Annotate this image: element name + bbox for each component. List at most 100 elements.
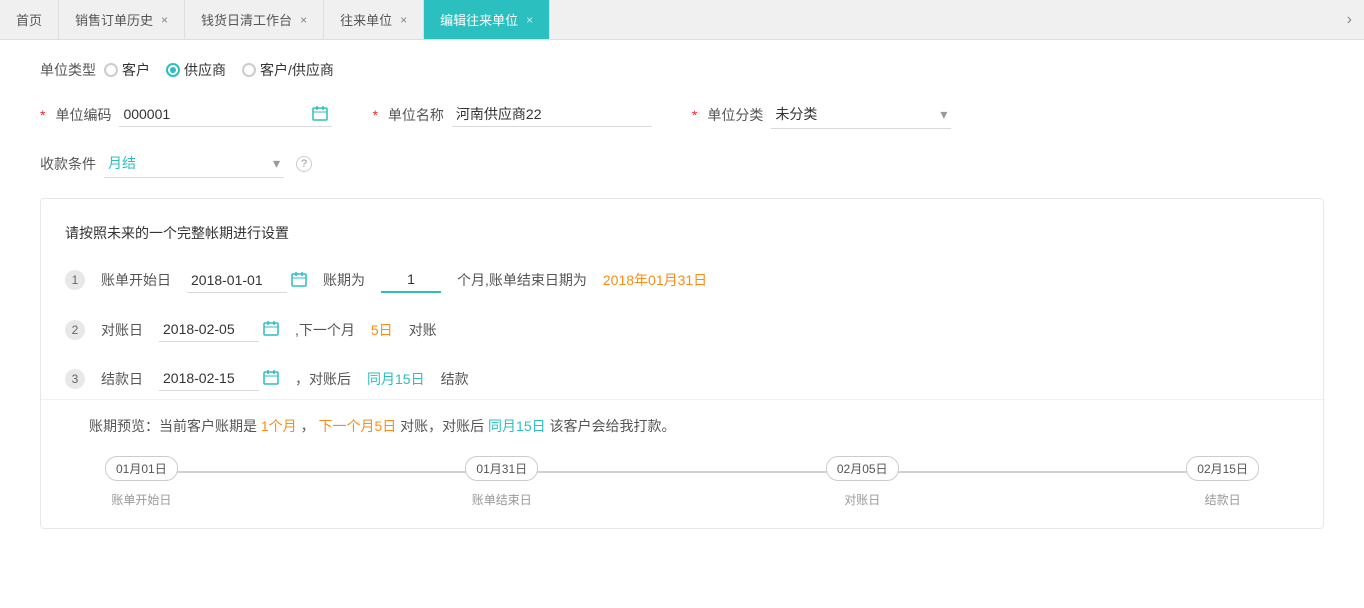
tab-edit-partner-close[interactable]: × <box>526 13 533 27</box>
tab-sales-history-label: 销售订单历史 <box>75 10 153 29</box>
tab-sales-history[interactable]: 销售订单历史 × <box>59 0 185 39</box>
period-box: 请按照未来的一个完整帐期进行设置 1 账单开始日 账期为 个月,账单结束日期为 … <box>40 198 1324 529</box>
timeline-label-4: 结款日 <box>1205 491 1241 508</box>
radio-supplier-label: 供应商 <box>184 60 226 80</box>
preview-part2: 下一个月5日 <box>318 418 396 434</box>
tab-more-button[interactable]: › <box>1335 11 1364 29</box>
tab-sales-history-close[interactable]: × <box>161 13 168 27</box>
payment-terms-help[interactable]: ? <box>296 156 312 172</box>
radio-customer[interactable]: 客户 <box>104 60 150 80</box>
period-row-3: 3 结款日 ，对账后 同月15日 结款 <box>65 366 1299 391</box>
preview-section: 账期预览：当前客户账期是 1个月 ， 下一个月5日 对账，对账后 同月15日 该… <box>65 399 1299 508</box>
unit-name-group: * 单位名称 <box>372 102 651 127</box>
unit-type-label: 单位类型 <box>40 60 96 80</box>
unit-category-label: 单位分类 <box>707 105 763 125</box>
payment-terms-value: 月结 <box>104 149 269 177</box>
period-num-3: 3 <box>65 369 85 389</box>
period-reconcile-calendar-icon[interactable] <box>263 320 279 339</box>
payment-terms-group: 收款条件 月结 ▾ ? <box>40 149 312 178</box>
timeline-item-3: 02月05日 对账日 <box>826 456 899 508</box>
unit-code-input-wrapper <box>119 102 332 127</box>
tab-cash-daily[interactable]: 钱货日清工作台 × <box>185 0 324 39</box>
timeline-badge-1: 01月01日 <box>105 456 178 481</box>
unit-code-group: * 单位编码 <box>40 102 332 127</box>
period-desc-2-suffix: 对账 <box>409 320 437 340</box>
period-desc-3-prefix: ，对账后 <box>295 369 351 389</box>
period-label-payment: 结款日 <box>101 369 143 389</box>
unit-name-star: * <box>372 107 377 123</box>
unit-info-row: * 单位编码 * 单位名称 * 单位分类 未分类 ▾ <box>40 100 1324 129</box>
period-num-1: 1 <box>65 270 85 290</box>
preview-text: 账期预览：当前客户账期是 1个月 ， 下一个月5日 对账，对账后 同月15日 该… <box>65 416 1299 436</box>
unit-name-label: 单位名称 <box>388 105 444 125</box>
radio-supplier[interactable]: 供应商 <box>166 60 226 80</box>
period-reconcile-highlight: 5日 <box>371 320 393 340</box>
period-num-2: 2 <box>65 320 85 340</box>
preview-part3: 同月15日 <box>488 418 546 434</box>
radio-both-circle <box>242 63 256 77</box>
tab-bar: 首页 销售订单历史 × 钱货日清工作台 × 往来单位 × 编辑往来单位 × › <box>0 0 1364 40</box>
period-label-start: 账单开始日 <box>101 270 171 290</box>
unit-category-star: * <box>692 107 697 123</box>
tab-partners-close[interactable]: × <box>400 13 407 27</box>
unit-code-calendar-icon[interactable] <box>308 105 332 124</box>
period-payment-calendar-icon[interactable] <box>263 369 279 388</box>
preview-part1: 1个月 <box>261 418 297 434</box>
unit-category-select[interactable]: 未分类 ▾ <box>771 100 951 129</box>
preview-label: 账期预览：当前客户账期是 <box>89 418 257 434</box>
unit-category-value: 未分类 <box>771 100 936 128</box>
timeline-label-1: 账单开始日 <box>111 491 171 508</box>
tab-home[interactable]: 首页 <box>0 0 59 39</box>
period-start-date-field[interactable] <box>187 268 287 293</box>
unit-type-radio-group: 客户 供应商 客户/供应商 <box>104 60 334 80</box>
unit-type-group: 单位类型 客户 供应商 客户/供应商 <box>40 60 334 80</box>
period-desc-3-suffix: 结款 <box>441 369 469 389</box>
timeline-badge-2: 01月31日 <box>465 456 538 481</box>
radio-both-label: 客户/供应商 <box>260 60 334 80</box>
main-content: 单位类型 客户 供应商 客户/供应商 * 单位编码 <box>0 40 1364 608</box>
timeline-label-2: 账单结束日 <box>472 491 532 508</box>
radio-both[interactable]: 客户/供应商 <box>242 60 334 80</box>
radio-supplier-circle <box>166 63 180 77</box>
tab-edit-partner-label: 编辑往来单位 <box>440 10 518 29</box>
unit-name-input[interactable] <box>452 102 652 127</box>
unit-code-label: 单位编码 <box>55 105 111 125</box>
timeline-container: 01月01日 账单开始日 01月31日 账单结束日 02月05日 对账日 02月… <box>65 456 1299 508</box>
timeline-item-4: 02月15日 结款日 <box>1186 456 1259 508</box>
tab-partners-label: 往来单位 <box>340 10 392 29</box>
period-start-date-input <box>187 268 307 293</box>
timeline-label-3: 对账日 <box>844 491 880 508</box>
timeline-badge-4: 02月15日 <box>1186 456 1259 481</box>
payment-terms-row: 收款条件 月结 ▾ ? <box>40 149 1324 178</box>
tab-cash-daily-close[interactable]: × <box>300 13 307 27</box>
period-start-calendar-icon[interactable] <box>291 271 307 290</box>
tab-partners[interactable]: 往来单位 × <box>324 0 424 39</box>
period-title: 请按照未来的一个完整帐期进行设置 <box>65 223 1299 243</box>
radio-customer-circle <box>104 63 118 77</box>
period-months-input[interactable] <box>381 267 441 293</box>
period-desc-1-middle: 个月,账单结束日期为 <box>457 270 587 290</box>
period-row-1: 1 账单开始日 账期为 个月,账单结束日期为 2018年01月31日 <box>65 267 1299 293</box>
period-reconcile-date-input <box>159 317 279 342</box>
tab-edit-partner[interactable]: 编辑往来单位 × <box>424 0 550 39</box>
payment-terms-arrow: ▾ <box>269 155 284 172</box>
unit-code-star: * <box>40 107 45 123</box>
period-reconcile-date-field[interactable] <box>159 317 259 342</box>
unit-category-arrow: ▾ <box>936 106 951 123</box>
payment-terms-label: 收款条件 <box>40 154 96 174</box>
tab-home-label: 首页 <box>16 10 42 29</box>
period-payment-date-field[interactable] <box>159 366 259 391</box>
unit-code-input[interactable] <box>119 102 308 126</box>
payment-terms-select[interactable]: 月结 ▾ <box>104 149 284 178</box>
period-desc-1-prefix: 账期为 <box>323 270 365 290</box>
unit-type-row: 单位类型 客户 供应商 客户/供应商 <box>40 60 1324 80</box>
period-payment-date-input <box>159 366 279 391</box>
period-row-2: 2 对账日 ,下一个月5日 对账 <box>65 317 1299 342</box>
unit-category-group: * 单位分类 未分类 ▾ <box>692 100 951 129</box>
preview-suffix: 该客户会给我打款。 <box>550 418 676 434</box>
period-desc-2-prefix: ,下一个月 <box>295 320 355 340</box>
tab-cash-daily-label: 钱货日清工作台 <box>201 10 292 29</box>
timeline-badge-3: 02月05日 <box>826 456 899 481</box>
timeline-item-1: 01月01日 账单开始日 <box>105 456 178 508</box>
radio-customer-label: 客户 <box>122 60 150 80</box>
